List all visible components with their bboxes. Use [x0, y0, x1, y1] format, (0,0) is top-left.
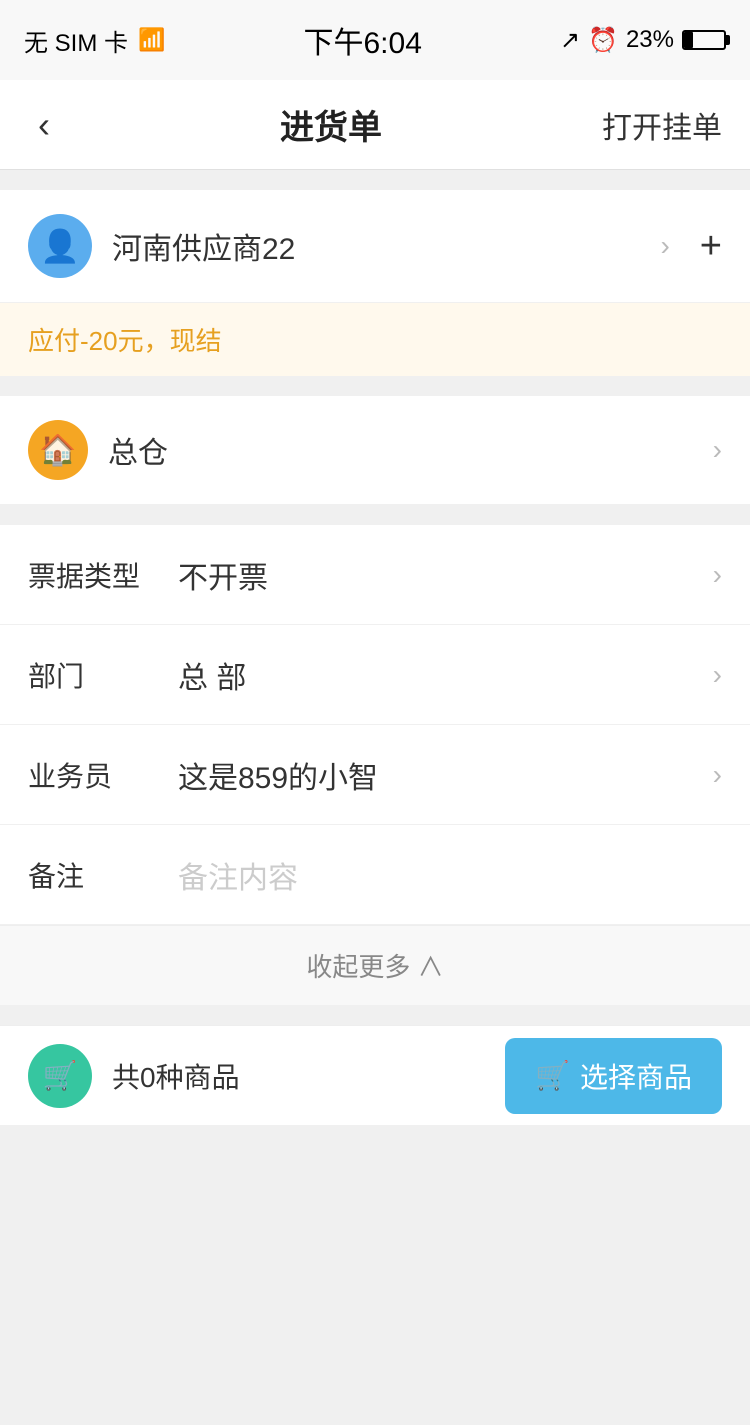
remark-label: 备注: [28, 855, 158, 895]
status-carrier: 无 SIM 卡 📶: [24, 23, 165, 58]
bill-type-chevron-icon: ›: [713, 559, 722, 591]
bill-type-row[interactable]: 票据类型 不开票 ›: [0, 525, 750, 625]
alarm-icon: ⏰: [588, 26, 618, 55]
section-gap-4: [0, 1005, 750, 1025]
remark-input[interactable]: 备注内容: [178, 853, 722, 897]
warehouse-row[interactable]: 🏠 总仓 ›: [0, 396, 750, 505]
supplier-section: 👤 河南供应商22 › + 应付-20元，现结: [0, 190, 750, 376]
wifi-icon: 📶: [138, 27, 165, 53]
carrier-text: 无 SIM 卡: [24, 23, 128, 58]
avatar-icon: 👤: [40, 227, 80, 265]
product-count: 共0种商品: [112, 1056, 485, 1096]
remaining-background: [0, 1125, 750, 1425]
battery-fill: [684, 32, 693, 48]
status-bar: 无 SIM 卡 📶 下午6:04 ↗ ⏰ 23%: [0, 0, 750, 80]
open-pending-button[interactable]: 打开挂单: [602, 103, 722, 147]
form-section: 票据类型 不开票 › 部门 总 部 › 业务员 这是859的小智 › 备注 备注…: [0, 525, 750, 925]
notice-text: 应付-20元，现结: [28, 326, 222, 356]
add-supplier-button[interactable]: +: [700, 225, 722, 268]
nav-bar: ‹ 进货单 打开挂单: [0, 80, 750, 170]
supplier-chevron-icon[interactable]: ›: [660, 230, 669, 262]
battery-bar: [682, 30, 726, 50]
status-right: ↗ ⏰ 23%: [560, 26, 726, 55]
supplier-row[interactable]: 👤 河南供应商22 › +: [0, 190, 750, 303]
dept-chevron-icon: ›: [713, 659, 722, 691]
notice-bar: 应付-20元，现结: [0, 303, 750, 376]
status-time: 下午6:04: [303, 18, 421, 62]
salesman-value: 这是859的小智: [178, 753, 693, 797]
supplier-name: 河南供应商22: [112, 224, 640, 268]
dept-value: 总 部: [178, 653, 693, 697]
select-product-button[interactable]: 🛒 选择商品: [505, 1038, 722, 1114]
section-gap-1: [0, 170, 750, 190]
select-btn-icon: 🛒: [535, 1059, 570, 1092]
bill-type-value: 不开票: [178, 553, 693, 597]
battery-text: 23%: [626, 26, 674, 54]
section-gap-2: [0, 376, 750, 396]
warehouse-name: 总仓: [108, 428, 693, 472]
collapse-label: 收起更多 ∧: [306, 947, 443, 984]
warehouse-chevron-icon: ›: [713, 434, 722, 466]
product-icon-wrap: 🛒: [28, 1044, 92, 1108]
remark-row[interactable]: 备注 备注内容: [0, 825, 750, 925]
location-icon: ↗: [560, 26, 580, 55]
bottom-bar: 🛒 共0种商品 🛒 选择商品: [0, 1025, 750, 1125]
salesman-label: 业务员: [28, 755, 158, 795]
cart-icon: 🛒: [43, 1059, 78, 1092]
collapse-button[interactable]: 收起更多 ∧: [0, 925, 750, 1005]
page-title: 进货单: [280, 100, 382, 149]
salesman-chevron-icon: ›: [713, 759, 722, 791]
back-button[interactable]: ‹: [28, 94, 60, 156]
section-gap-3: [0, 505, 750, 525]
salesman-row[interactable]: 业务员 这是859的小智 ›: [0, 725, 750, 825]
dept-label: 部门: [28, 655, 158, 695]
select-btn-label: 选择商品: [580, 1056, 692, 1096]
bill-type-label: 票据类型: [28, 555, 158, 595]
dept-row[interactable]: 部门 总 部 ›: [0, 625, 750, 725]
warehouse-icon: 🏠: [28, 420, 88, 480]
supplier-avatar: 👤: [28, 214, 92, 278]
warehouse-section: 🏠 总仓 ›: [0, 396, 750, 505]
supplier-actions: › +: [660, 225, 722, 268]
